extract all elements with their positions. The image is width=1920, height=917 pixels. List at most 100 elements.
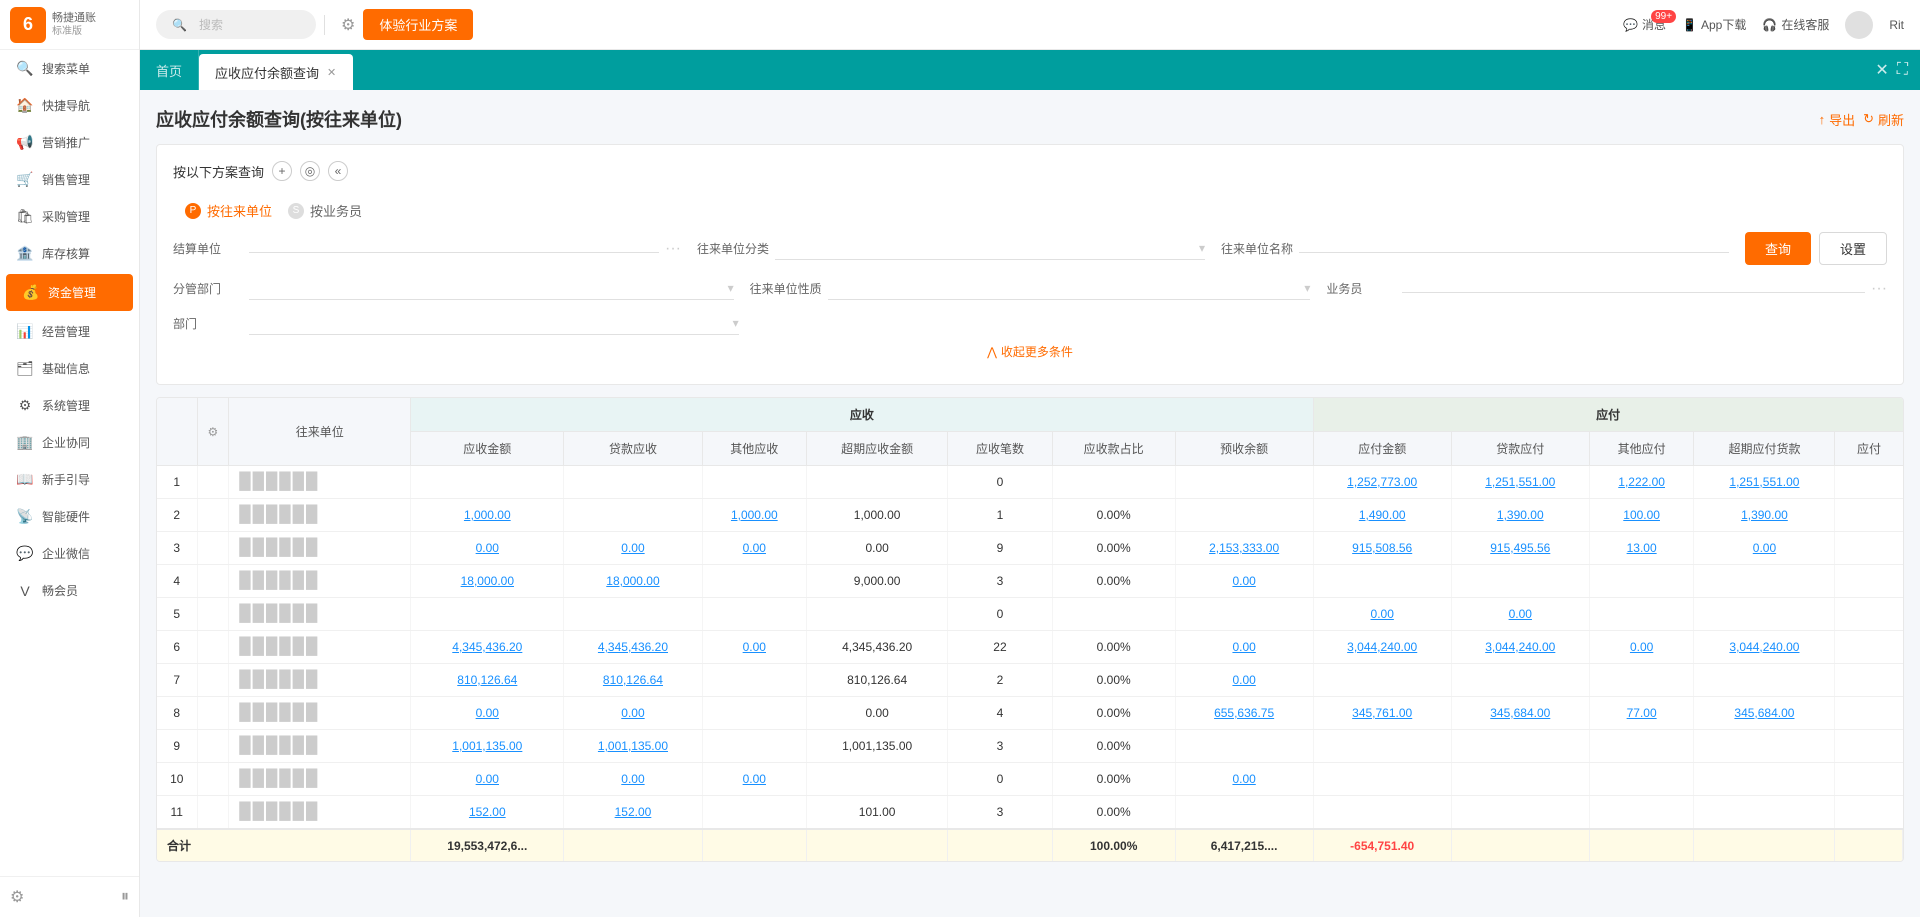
dept-head-select[interactable]: ▾ <box>249 277 734 300</box>
table-cell[interactable]: 0.00 <box>1589 631 1694 664</box>
table-cell[interactable]: 0.00 <box>411 763 564 796</box>
table-cell[interactable]: 0.00 <box>1313 598 1451 631</box>
table-cell[interactable]: 1,252,773.00 <box>1313 466 1451 499</box>
sidebar-item-smart-hw[interactable]: 📡 智能硬件 <box>0 498 139 535</box>
filter-collapse-btn[interactable]: « <box>328 161 348 181</box>
topbar-search-box[interactable]: 🔍 搜索 <box>156 10 316 39</box>
collapse-sidebar-icon[interactable]: ⏸ <box>121 888 129 906</box>
tab-ar-ap[interactable]: 应收应付余额查询 ✕ <box>199 54 353 90</box>
filter-add-btn[interactable]: + <box>272 161 292 181</box>
topbar-service[interactable]: 🎧 在线客服 <box>1762 16 1829 33</box>
table-cell[interactable]: 3,044,240.00 <box>1313 631 1451 664</box>
table-cell[interactable]: 1,251,551.00 <box>1451 466 1589 499</box>
partner-nature-select[interactable]: ▾ <box>828 277 1311 300</box>
username[interactable]: Rit <box>1889 18 1904 32</box>
table-cell[interactable]: 1,001,135.00 <box>411 730 564 763</box>
table-cell[interactable]: 4,345,436.20 <box>564 631 702 664</box>
scheme-by-partner[interactable]: P 按往来单位 <box>177 197 280 224</box>
table-cell[interactable]: 3,044,240.00 <box>1451 631 1589 664</box>
topbar-gear-icon[interactable]: ⚙ <box>341 15 355 35</box>
setting-button[interactable]: 设置 <box>1819 232 1887 265</box>
tab-close-window-btn[interactable]: ✕ <box>1875 60 1888 80</box>
export-button[interactable]: ↑ 导出 <box>1819 110 1856 129</box>
tab-home[interactable]: 首页 <box>140 50 199 90</box>
table-cell[interactable]: 0.00 <box>564 532 702 565</box>
table-cell[interactable]: 345,684.00 <box>1451 697 1589 730</box>
scheme-by-salesman[interactable]: S 按业务员 <box>280 197 370 224</box>
sidebar-item-guide[interactable]: 📖 新手引导 <box>0 461 139 498</box>
sidebar-item-purchase[interactable]: 🛍 采购管理 <box>0 198 139 235</box>
sidebar-item-operations[interactable]: 📊 经营管理 <box>0 313 139 350</box>
table-cell[interactable]: 810,126.64 <box>564 664 702 697</box>
table-cell[interactable]: 0.00 <box>411 532 564 565</box>
sidebar-item-system[interactable]: ⚙ 系统管理 <box>0 387 139 424</box>
table-cell[interactable]: 0.00 <box>1175 631 1313 664</box>
table-cell[interactable]: 915,495.56 <box>1451 532 1589 565</box>
table-cell[interactable]: 152.00 <box>411 796 564 830</box>
sidebar-item-member[interactable]: V 畅会员 <box>0 572 139 609</box>
table-cell[interactable]: 152.00 <box>564 796 702 830</box>
table-cell[interactable]: 1,001,135.00 <box>564 730 702 763</box>
table-settings-icon[interactable]: ⚙ <box>208 425 219 439</box>
th-settings[interactable]: ⚙ <box>197 398 229 466</box>
table-cell[interactable]: 1,390.00 <box>1451 499 1589 532</box>
filter-collapse-row[interactable]: ⋀ 收起更多条件 <box>173 335 1887 368</box>
table-cell[interactable]: 810,126.64 <box>411 664 564 697</box>
table-cell[interactable]: 0.00 <box>702 631 807 664</box>
table-cell[interactable]: 13.00 <box>1589 532 1694 565</box>
table-cell[interactable]: 0.00 <box>1175 763 1313 796</box>
salesman-dots-icon[interactable]: ··· <box>1871 280 1887 298</box>
table-cell[interactable]: 915,508.56 <box>1313 532 1451 565</box>
table-cell[interactable]: 100.00 <box>1589 499 1694 532</box>
filter-target-btn[interactable]: ◎ <box>300 161 320 181</box>
sidebar-item-finance[interactable]: 💰 资金管理 <box>6 274 133 311</box>
sidebar-item-quick-nav[interactable]: 🏠 快捷导航 <box>0 87 139 124</box>
partner-name-input[interactable] <box>1299 244 1729 253</box>
sidebar-item-basic-info[interactable]: 🗂 基础信息 <box>0 350 139 387</box>
table-cell[interactable]: 0.00 <box>702 763 807 796</box>
table-cell[interactable]: 18,000.00 <box>411 565 564 598</box>
table-cell[interactable]: 0.00 <box>1175 664 1313 697</box>
table-cell[interactable]: 0.00 <box>564 697 702 730</box>
sidebar-item-marketing[interactable]: 📢 营销推广 <box>0 124 139 161</box>
table-cell[interactable]: 3,044,240.00 <box>1694 631 1835 664</box>
table-cell[interactable]: 1,251,551.00 <box>1694 466 1835 499</box>
table-cell[interactable]: 0.00 <box>702 532 807 565</box>
settlement-unit-input[interactable] <box>249 244 659 253</box>
table-cell[interactable]: 345,684.00 <box>1694 697 1835 730</box>
user-avatar[interactable] <box>1845 11 1873 39</box>
table-cell[interactable]: 0.00 <box>411 697 564 730</box>
table-cell[interactable]: 0.00 <box>1694 532 1835 565</box>
topbar-msg[interactable]: 💬 消息 99+ <box>1623 16 1666 33</box>
sidebar-item-enterprise[interactable]: 🏢 企业协同 <box>0 424 139 461</box>
partner-category-select[interactable]: ▾ <box>775 237 1205 260</box>
table-cell[interactable]: 1,390.00 <box>1694 499 1835 532</box>
sidebar-item-sales[interactable]: 🛒 销售管理 <box>0 161 139 198</box>
table-cell[interactable]: 2,153,333.00 <box>1175 532 1313 565</box>
dept-select[interactable]: ▾ <box>249 312 739 335</box>
salesman-input[interactable] <box>1402 284 1865 293</box>
sidebar-item-wechat[interactable]: 💬 企业微信 <box>0 535 139 572</box>
query-button[interactable]: 查询 <box>1745 232 1811 265</box>
table-cell[interactable]: 18,000.00 <box>564 565 702 598</box>
sidebar-item-search-menu[interactable]: 🔍 搜索菜单 <box>0 50 139 87</box>
table-cell[interactable]: 0.00 <box>1175 565 1313 598</box>
settings-footer-icon[interactable]: ⚙ <box>10 887 24 907</box>
table-cell[interactable]: 655,636.75 <box>1175 697 1313 730</box>
tab-close-icon[interactable]: ✕ <box>327 66 336 79</box>
solution-button[interactable]: 体验行业方案 <box>363 9 473 40</box>
topbar-app-download[interactable]: 📱 App下载 <box>1682 16 1746 33</box>
table-cell[interactable]: 345,761.00 <box>1313 697 1451 730</box>
refresh-button[interactable]: ↻ 刷新 <box>1863 110 1904 129</box>
table-cell[interactable]: 1,000.00 <box>411 499 564 532</box>
tab-fullscreen-btn[interactable]: ⛶ <box>1897 61 1908 79</box>
sidebar-item-inventory[interactable]: 🏦 库存核算 <box>0 235 139 272</box>
table-cell[interactable]: 4,345,436.20 <box>411 631 564 664</box>
table-cell[interactable]: 1,490.00 <box>1313 499 1451 532</box>
table-cell[interactable]: 0.00 <box>564 763 702 796</box>
table-cell[interactable]: 77.00 <box>1589 697 1694 730</box>
table-cell[interactable]: 0.00 <box>1451 598 1589 631</box>
table-cell[interactable]: 1,000.00 <box>702 499 807 532</box>
settlement-dots-icon[interactable]: ··· <box>665 240 681 258</box>
table-cell[interactable]: 1,222.00 <box>1589 466 1694 499</box>
